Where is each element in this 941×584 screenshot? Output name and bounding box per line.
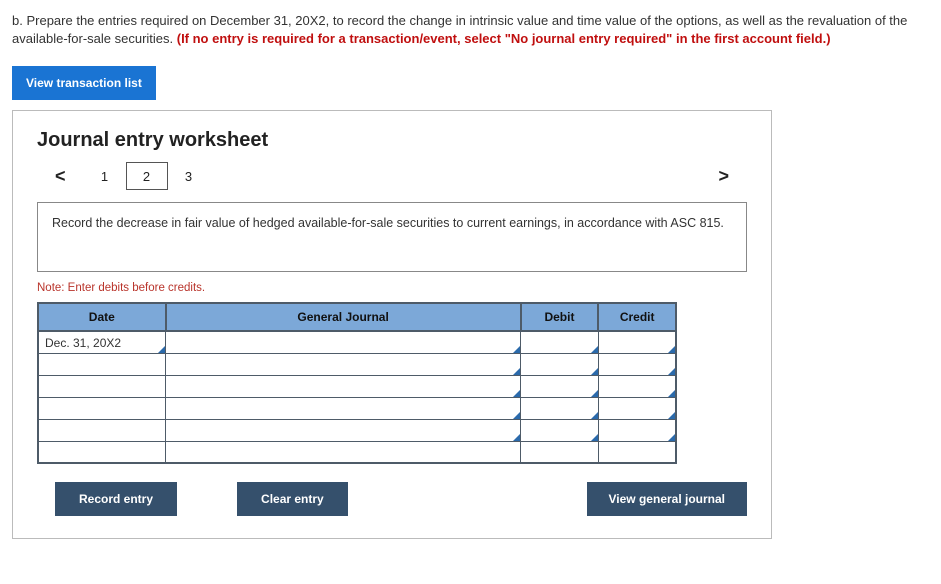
view-general-journal-button[interactable]: View general journal [587,482,747,516]
date-cell[interactable] [38,375,166,397]
debit-cell[interactable] [521,331,599,353]
view-transaction-list-button[interactable]: View transaction list [12,66,156,100]
date-cell[interactable] [38,419,166,441]
journal-entry-table: Date General Journal Debit Credit Dec. 3… [37,302,677,464]
gj-cell[interactable] [166,353,521,375]
col-header-general-journal: General Journal [166,303,521,331]
credit-cell[interactable] [598,375,676,397]
table-row [38,375,676,397]
date-cell[interactable]: Dec. 31, 20X2 [38,331,166,353]
credit-cell[interactable] [598,353,676,375]
question-prompt: b. Prepare the entries required on Decem… [12,12,929,48]
date-cell[interactable] [38,353,166,375]
gj-cell[interactable] [166,397,521,419]
debit-cell[interactable] [521,419,599,441]
gj-cell[interactable] [166,419,521,441]
table-row [38,397,676,419]
step-tab-2[interactable]: 2 [126,162,168,190]
col-header-debit: Debit [521,303,599,331]
credit-cell[interactable] [598,397,676,419]
entry-instruction: Record the decrease in fair value of hed… [37,202,747,272]
credit-cell[interactable] [598,441,676,463]
table-row [38,353,676,375]
clear-entry-button[interactable]: Clear entry [237,482,348,516]
gj-cell[interactable] [166,441,521,463]
worksheet-title: Journal entry worksheet [37,129,747,152]
entry-buttons: Record entry Clear entry View general jo… [55,482,747,516]
debit-cell[interactable] [521,353,599,375]
debit-cell[interactable] [521,397,599,419]
prompt-warning-text: (If no entry is required for a transacti… [177,31,831,46]
table-row: Dec. 31, 20X2 [38,331,676,353]
table-row [38,419,676,441]
step-tab-3[interactable]: 3 [168,162,210,190]
step-tab-1[interactable]: 1 [84,162,126,190]
prompt-part-label: b. [12,13,23,28]
table-row [38,441,676,463]
debit-cell[interactable] [521,441,599,463]
col-header-credit: Credit [598,303,676,331]
gj-cell[interactable] [166,375,521,397]
record-entry-button[interactable]: Record entry [55,482,177,516]
next-step-button[interactable]: > [700,166,747,187]
col-header-date: Date [38,303,166,331]
journal-entry-worksheet: Journal entry worksheet < 1 2 3 > Record… [12,110,772,539]
step-nav: < 1 2 3 > [37,162,747,190]
gj-cell[interactable] [166,331,521,353]
date-cell[interactable] [38,397,166,419]
credit-cell[interactable] [598,419,676,441]
credit-cell[interactable] [598,331,676,353]
date-cell[interactable] [38,441,166,463]
debit-cell[interactable] [521,375,599,397]
debits-before-credits-note: Note: Enter debits before credits. [37,282,747,294]
prev-step-button[interactable]: < [37,166,84,187]
